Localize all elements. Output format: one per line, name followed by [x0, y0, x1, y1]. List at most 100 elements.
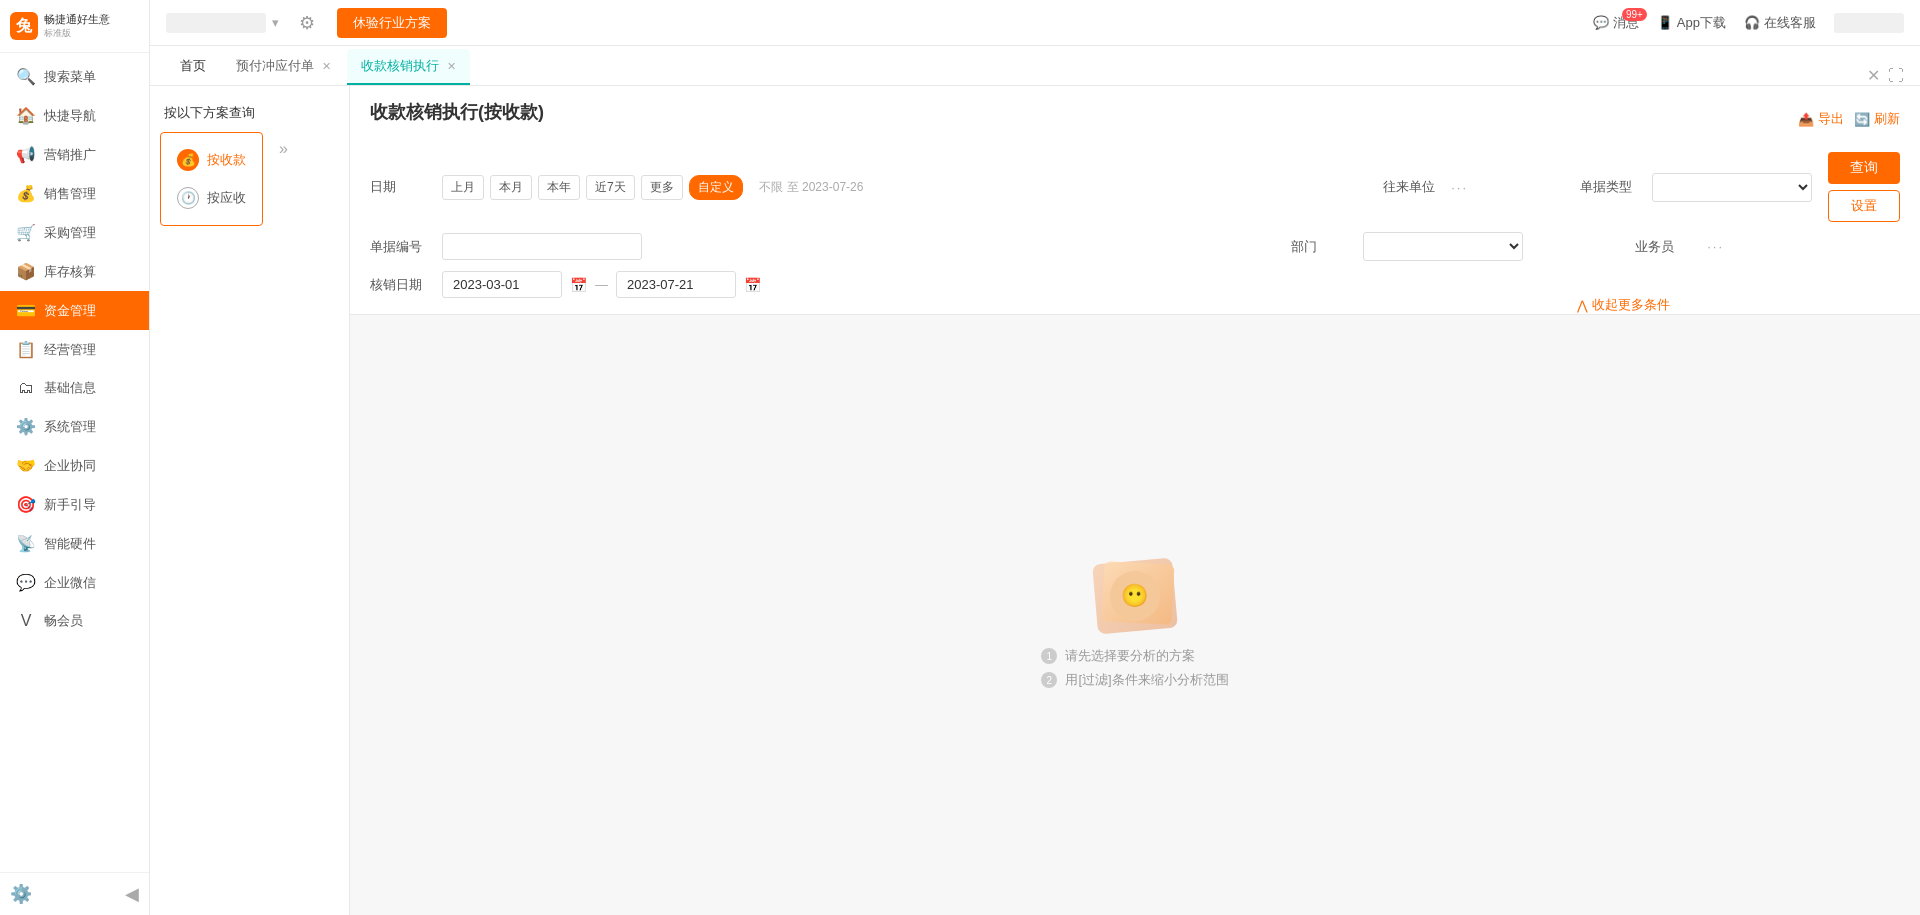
collapse-sidebar-icon[interactable]: ◀	[125, 883, 139, 905]
scheme-by-receivable[interactable]: 🕐 按应收	[161, 179, 262, 217]
system-icon: ⚙️	[16, 417, 36, 436]
sidebar-item-system[interactable]: ⚙️ 系统管理	[0, 407, 149, 446]
tab-prepay[interactable]: 预付冲应付单 ✕	[222, 49, 345, 85]
app-download-item[interactable]: 📱 App下载	[1657, 14, 1726, 32]
message-item[interactable]: 💬 消息 99+	[1593, 14, 1639, 32]
empty-hints: 1 请先选择要分析的方案 2 用[过滤]条件来缩小分析范围	[1041, 647, 1228, 689]
service-item[interactable]: 🎧 在线客服	[1744, 14, 1816, 32]
date-btn-this-month[interactable]: 本月	[490, 175, 532, 200]
sidebar-item-search[interactable]: 🔍 搜索菜单	[0, 57, 149, 96]
empty-state: 😶 1 请先选择要分析的方案 2 用[过滤]条件来缩小分析范围	[350, 315, 1920, 915]
sidebar-item-hardware[interactable]: 📡 智能硬件	[0, 524, 149, 563]
expand-icon[interactable]: ⛶	[1888, 67, 1904, 85]
refresh-label: 刷新	[1874, 110, 1900, 128]
sidebar-item-sales[interactable]: 💰 销售管理	[0, 174, 149, 213]
service-label: 在线客服	[1764, 14, 1816, 32]
tab-writeoff-close[interactable]: ✕	[447, 60, 456, 73]
export-label: 导出	[1818, 110, 1844, 128]
sidebar-item-basics[interactable]: 🗂 基础信息	[0, 369, 149, 407]
tab-writeoff[interactable]: 收款核销执行 ✕	[347, 49, 470, 85]
salesperson-label: 业务员	[1635, 238, 1691, 256]
writeoff-date-end[interactable]	[616, 271, 736, 298]
writeoff-date-start[interactable]	[442, 271, 562, 298]
date-btn-this-year[interactable]: 本年	[538, 175, 580, 200]
calendar-end-icon[interactable]: 📅	[744, 277, 761, 293]
sidebar-nav: 🔍 搜索菜单 🏠 快捷导航 📢 营销推广 💰 销售管理 🛒 采购管理 📦 库存核…	[0, 53, 149, 872]
collapse-more-label: 收起更多条件	[1592, 296, 1670, 314]
sidebar-item-quicknav[interactable]: 🏠 快捷导航	[0, 96, 149, 135]
sidebar-label-system: 系统管理	[44, 418, 96, 436]
counterpart-dots[interactable]: ···	[1451, 180, 1468, 195]
logo-name: 畅捷通好生意	[44, 12, 110, 26]
wecom-icon: 💬	[16, 573, 36, 592]
sidebar-item-member[interactable]: V 畅会员	[0, 602, 149, 640]
empty-hint-2: 2 用[过滤]条件来缩小分析范围	[1041, 671, 1228, 689]
calendar-start-icon[interactable]: 📅	[570, 277, 587, 293]
message-badge: 99+	[1622, 8, 1647, 21]
filter-settings-button[interactable]: 设置	[1828, 190, 1900, 222]
date-suffix: 至 2023-07-26	[787, 179, 864, 196]
sidebar-label-sales: 销售管理	[44, 185, 96, 203]
inventory-icon: 📦	[16, 262, 36, 281]
salesperson-dots[interactable]: ···	[1707, 239, 1724, 254]
company-dropdown-icon[interactable]: ▾	[272, 15, 279, 30]
sidebar-item-purchase[interactable]: 🛒 采购管理	[0, 213, 149, 252]
tabbar-right-actions: ✕ ⛶	[1867, 66, 1904, 85]
dept-select[interactable]	[1363, 232, 1523, 261]
bill-type-label: 单据类型	[1580, 178, 1636, 196]
no-limit-label: 不限	[759, 179, 783, 196]
app-icon: 📱	[1657, 15, 1673, 30]
topbar: ▾ ⚙ 休验行业方案 💬 消息 99+ 📱 App下载 🎧 在线客服	[150, 0, 1920, 46]
collapse-panel-btn[interactable]: »	[273, 140, 294, 158]
sidebar-item-wecom[interactable]: 💬 企业微信	[0, 563, 149, 602]
date-btn-more[interactable]: 更多	[641, 175, 683, 200]
collab-icon: 🤝	[16, 456, 36, 475]
tab-prepay-close[interactable]: ✕	[322, 60, 331, 73]
sidebar-label-collab: 企业协同	[44, 457, 96, 475]
refresh-button[interactable]: 🔄 刷新	[1854, 110, 1900, 128]
user-avatar[interactable]	[1834, 13, 1904, 33]
chevron-left-icon: »	[279, 140, 288, 157]
scheme-by-receipt[interactable]: 💰 按收款	[161, 141, 262, 179]
export-button[interactable]: 📤 导出	[1798, 110, 1844, 128]
left-panel-title: 按以下方案查询	[150, 98, 349, 132]
date-btn-7days[interactable]: 近7天	[586, 175, 635, 200]
sidebar-item-management[interactable]: 📋 经营管理	[0, 330, 149, 369]
service-icon: 🎧	[1744, 15, 1760, 30]
gear-icon[interactable]: ⚙	[299, 12, 315, 34]
sidebar-item-collab[interactable]: 🤝 企业协同	[0, 446, 149, 485]
close-all-tabs-icon[interactable]: ✕	[1867, 66, 1880, 85]
tab-home-label: 首页	[180, 57, 206, 75]
logo-text-group: 畅捷通好生意 标准版	[44, 12, 110, 39]
query-button[interactable]: 查询	[1828, 152, 1900, 184]
sidebar-item-marketing[interactable]: 📢 营销推广	[0, 135, 149, 174]
settings-footer-icon[interactable]: ⚙️	[10, 883, 32, 905]
sidebar-item-finance[interactable]: 💳 资金管理	[0, 291, 149, 330]
sidebar-item-guide[interactable]: 🎯 新手引导	[0, 485, 149, 524]
date-quick-select: 上月 本月 本年 近7天 更多 自定义	[442, 175, 743, 200]
collapse-more-btn[interactable]: ⋀ 收起更多条件	[1577, 296, 1670, 314]
page-title: 收款核销执行(按收款)	[370, 100, 544, 124]
empty-image: 😶	[1085, 541, 1185, 631]
sidebar-label-member: 畅会员	[44, 612, 83, 630]
collapse-arrow-icon: ⋀	[1577, 298, 1588, 313]
sidebar-label-wecom: 企业微信	[44, 574, 96, 592]
sidebar-label-management: 经营管理	[44, 341, 96, 359]
hint-text-2: 用[过滤]条件来缩小分析范围	[1065, 671, 1228, 689]
sidebar-label-finance: 资金管理	[44, 302, 96, 320]
date-btn-last-month[interactable]: 上月	[442, 175, 484, 200]
company-selector[interactable]: ▾	[166, 13, 279, 33]
writeoff-date-range: 📅 — 📅	[442, 271, 761, 298]
solution-button[interactable]: 休验行业方案	[337, 8, 447, 38]
sidebar-label-purchase: 采购管理	[44, 224, 96, 242]
hint-text-1: 请先选择要分析的方案	[1065, 647, 1195, 665]
hint-num-2: 2	[1041, 672, 1057, 688]
logo-icon: 兔	[10, 12, 38, 40]
sales-icon: 💰	[16, 184, 36, 203]
bill-type-select[interactable]	[1652, 173, 1812, 202]
bill-no-input[interactable]	[442, 233, 642, 260]
sidebar-item-inventory[interactable]: 📦 库存核算	[0, 252, 149, 291]
tab-home[interactable]: 首页	[166, 49, 220, 85]
date-btn-custom[interactable]: 自定义	[689, 175, 743, 200]
hint-num-1: 1	[1041, 648, 1057, 664]
